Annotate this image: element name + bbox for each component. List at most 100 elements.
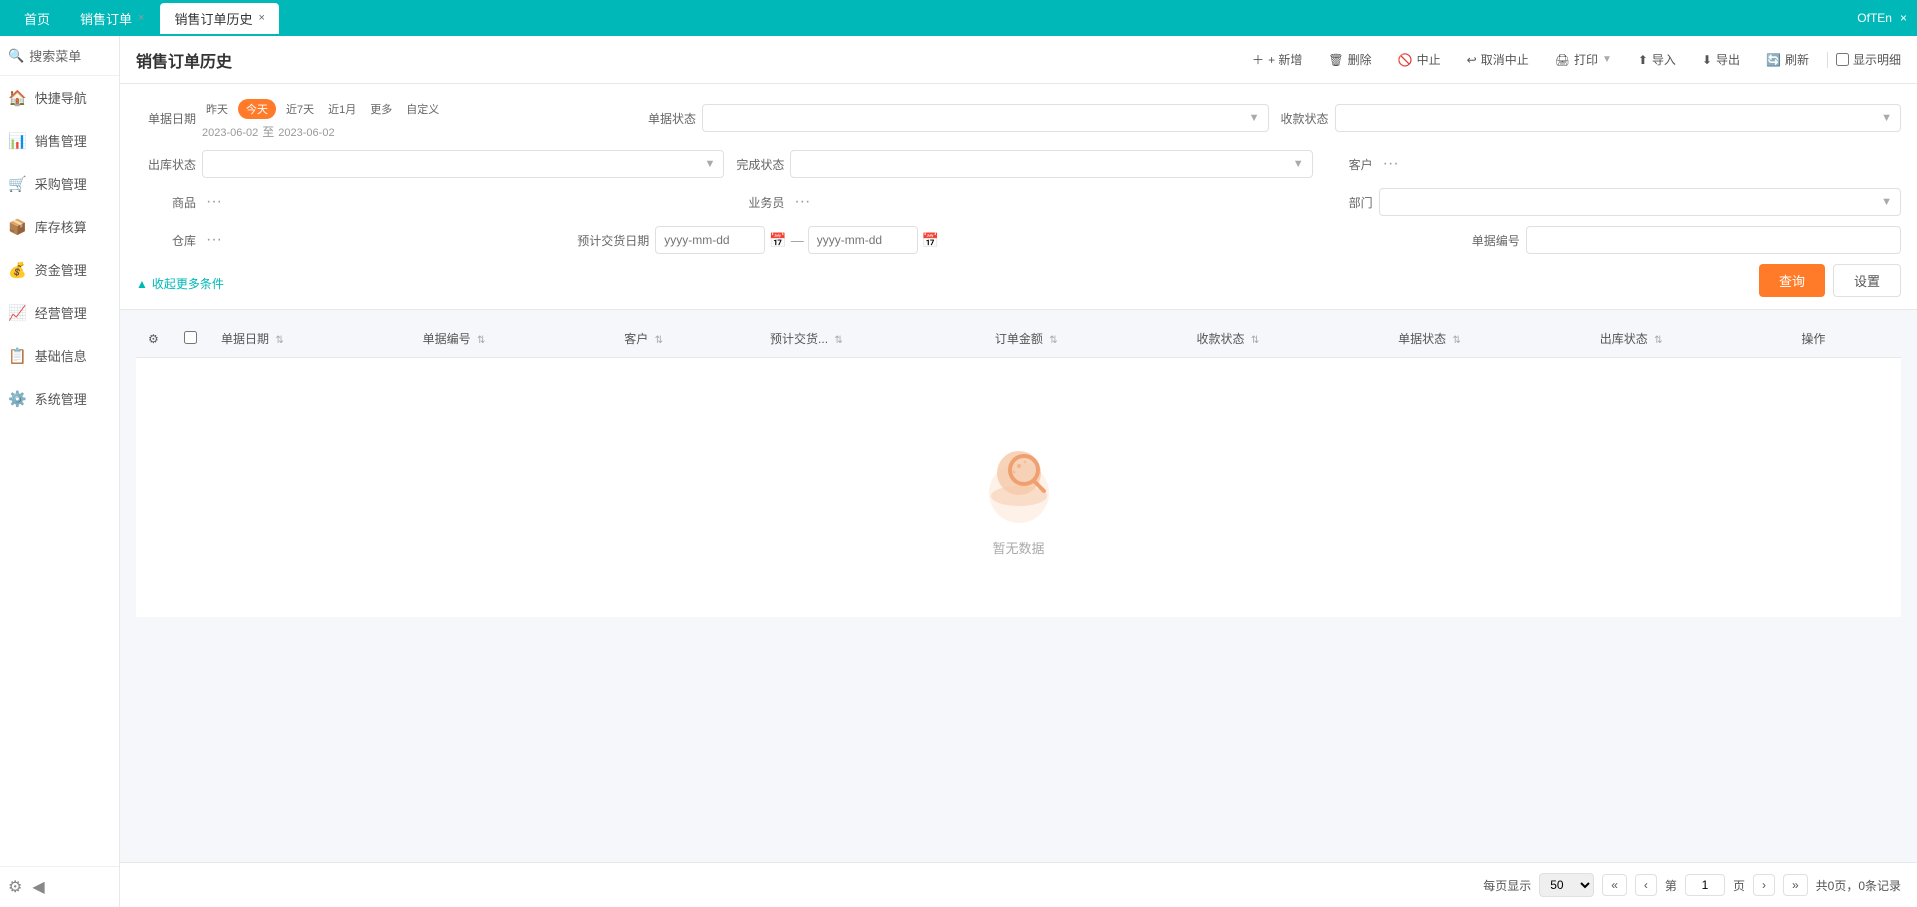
sidebar-search-label: 搜索菜单: [29, 46, 81, 65]
sidebar-collapse-icon[interactable]: ◀: [32, 877, 44, 897]
tab-sales-history[interactable]: 销售订单历史 ×: [160, 3, 278, 34]
filter-warehouse-dots[interactable]: ···: [202, 231, 226, 249]
table-col-doc-status[interactable]: 单据状态 ⇅: [1386, 320, 1588, 358]
add-button[interactable]: ＋ + 新增: [1242, 46, 1312, 73]
calendar-from-icon[interactable]: 📅: [769, 232, 786, 249]
tab-sales-order-close[interactable]: ×: [138, 12, 144, 24]
filter-pay-status-select[interactable]: ▼: [1335, 104, 1902, 132]
filter-salesman-dots[interactable]: ···: [790, 193, 814, 211]
filter-warehouse-label: 仓库: [136, 232, 196, 249]
collapse-button[interactable]: ▲ 收起更多条件: [136, 275, 224, 292]
page-prev-button[interactable]: ‹: [1635, 874, 1657, 896]
filter-out-status-select[interactable]: ▼: [202, 150, 724, 178]
col-doc-no-sort-icon: ⇅: [477, 335, 485, 346]
table-col-doc-date[interactable]: 单据日期 ⇅: [209, 320, 411, 358]
date-tag-7days[interactable]: 近7天: [282, 100, 318, 118]
date-tag-1month[interactable]: 近1月: [324, 100, 360, 118]
table-col-customer[interactable]: 客户 ⇅: [612, 320, 758, 358]
col-customer-label: 客户: [624, 332, 648, 346]
empty-text: 暂无数据: [992, 538, 1044, 557]
filter-goods-dots[interactable]: ···: [202, 193, 226, 211]
sidebar-item-quick-nav[interactable]: 🏠 快捷导航: [0, 76, 119, 119]
sidebar-item-system[interactable]: ⚙️ 系统管理: [0, 377, 119, 420]
search-button[interactable]: 查询: [1759, 264, 1825, 297]
filter-salesman: 业务员 ···: [724, 193, 1312, 211]
table-col-order-amount[interactable]: 订单金额 ⇅: [983, 320, 1185, 358]
table-col-out-status[interactable]: 出库状态 ⇅: [1588, 320, 1790, 358]
import-button[interactable]: ⬆ 导入: [1628, 46, 1686, 73]
show-detail-checkbox[interactable]: [1836, 53, 1849, 66]
filter-goods-label: 商品: [136, 194, 196, 211]
cancel-stop-icon: ↩: [1467, 53, 1477, 67]
table-col-doc-no[interactable]: 单据编号 ⇅: [411, 320, 613, 358]
filter-expected-date-label: 预计交货日期: [577, 232, 649, 249]
calendar-to-icon[interactable]: 📅: [922, 232, 939, 249]
date-tag-yesterday[interactable]: 昨天: [202, 100, 232, 118]
refresh-button[interactable]: 🔄 刷新: [1756, 46, 1819, 73]
settings-filter-button[interactable]: 设置: [1833, 264, 1901, 297]
sidebar-item-operations[interactable]: 📈 经营管理: [0, 291, 119, 334]
col-expected-date-sort-icon: ⇅: [834, 335, 842, 346]
filter-doc-no-input[interactable]: [1526, 226, 1901, 254]
tab-home[interactable]: 首页: [10, 3, 64, 34]
filter-doc-status: 单据状态 ▼: [636, 104, 1269, 132]
per-page-label: 每页显示: [1483, 877, 1531, 894]
page-header: 销售订单历史 ＋ + 新增 🗑 删除 🚫 中止 ↩ 取消中止: [120, 36, 1917, 84]
table-header: ⚙ 单据日期 ⇅ 单据编号 ⇅ 客户: [136, 320, 1901, 358]
date-tag-more[interactable]: 更多: [366, 100, 396, 118]
sidebar-settings-icon[interactable]: ⚙: [8, 877, 22, 897]
filter-out-status-label: 出库状态: [136, 156, 196, 173]
tab-sales-history-close[interactable]: ×: [258, 12, 264, 24]
toolbar-divider: [1827, 52, 1828, 68]
page-last-button[interactable]: »: [1783, 874, 1808, 896]
sidebar-item-finance[interactable]: 💰 资金管理: [0, 248, 119, 291]
date-tag-today[interactable]: 今天: [238, 99, 276, 119]
filter-complete-status-select[interactable]: ▼: [790, 150, 1312, 178]
empty-row: 暂无数据: [136, 358, 1901, 618]
sidebar-search[interactable]: 🔍 搜索菜单: [0, 36, 119, 76]
quick-nav-icon: 🏠: [8, 89, 27, 107]
table-col-pay-status[interactable]: 收款状态 ⇅: [1185, 320, 1387, 358]
stop-button[interactable]: 🚫 中止: [1388, 46, 1451, 73]
col-doc-date-sort-icon: ⇅: [275, 335, 283, 346]
inventory-icon: 📦: [8, 218, 27, 236]
sidebar-item-sales[interactable]: 📊 销售管理: [0, 119, 119, 162]
filter-expected-date-from[interactable]: [655, 226, 765, 254]
per-page-select[interactable]: 10 20 50 100: [1539, 873, 1594, 897]
table-col-expected-date[interactable]: 预计交货... ⇅: [758, 320, 983, 358]
stop-label: 中止: [1417, 51, 1441, 68]
tab-sales-order[interactable]: 销售订单 ×: [66, 3, 158, 34]
sidebar-bottom: ⚙ ◀: [0, 866, 119, 907]
sidebar-item-purchase[interactable]: 🛒 采购管理: [0, 162, 119, 205]
filter-doc-status-select[interactable]: ▼: [702, 104, 1269, 132]
page-number-input[interactable]: [1685, 874, 1725, 896]
filter-date-label: 单据日期: [136, 110, 196, 127]
print-button[interactable]: 🖨 打印 ▼: [1545, 46, 1622, 73]
export-button[interactable]: ⬇ 导出: [1692, 46, 1750, 73]
page-next-button[interactable]: ›: [1753, 874, 1775, 896]
pagination: 每页显示 10 20 50 100 « ‹ 第 页 › » 共0页，0条记录: [120, 862, 1917, 907]
table-col-checkbox: [172, 320, 209, 358]
table-select-all-checkbox[interactable]: [184, 331, 197, 344]
tab-sales-order-label: 销售订单: [80, 9, 132, 28]
filter-dept: 部门 ▼: [1313, 188, 1901, 216]
filter-customer-dots[interactable]: ···: [1379, 155, 1403, 173]
import-label: 导入: [1652, 51, 1676, 68]
delete-button[interactable]: 🗑 删除: [1318, 46, 1381, 73]
refresh-label: 刷新: [1785, 51, 1809, 68]
page-first-button[interactable]: «: [1602, 874, 1627, 896]
cancel-stop-button[interactable]: ↩ 取消中止: [1457, 46, 1539, 73]
table-col-settings[interactable]: ⚙: [136, 320, 172, 358]
date-tag-custom[interactable]: 自定义: [402, 100, 443, 118]
sidebar-item-basic-info[interactable]: 📋 基础信息: [0, 334, 119, 377]
sidebar-item-inventory[interactable]: 📦 库存核算: [0, 205, 119, 248]
table-col-action: 操作: [1789, 320, 1901, 358]
col-doc-no-label: 单据编号: [423, 332, 471, 346]
filter-expected-date-to[interactable]: [808, 226, 918, 254]
col-order-amount-sort-icon: ⇅: [1049, 335, 1057, 346]
show-detail-checkbox-label[interactable]: 显示明细: [1836, 51, 1901, 68]
sidebar-item-basic-info-label: 基础信息: [35, 346, 87, 365]
col-out-status-label: 出库状态: [1600, 332, 1648, 346]
window-close-btn[interactable]: ×: [1900, 11, 1907, 25]
filter-dept-select[interactable]: ▼: [1379, 188, 1901, 216]
